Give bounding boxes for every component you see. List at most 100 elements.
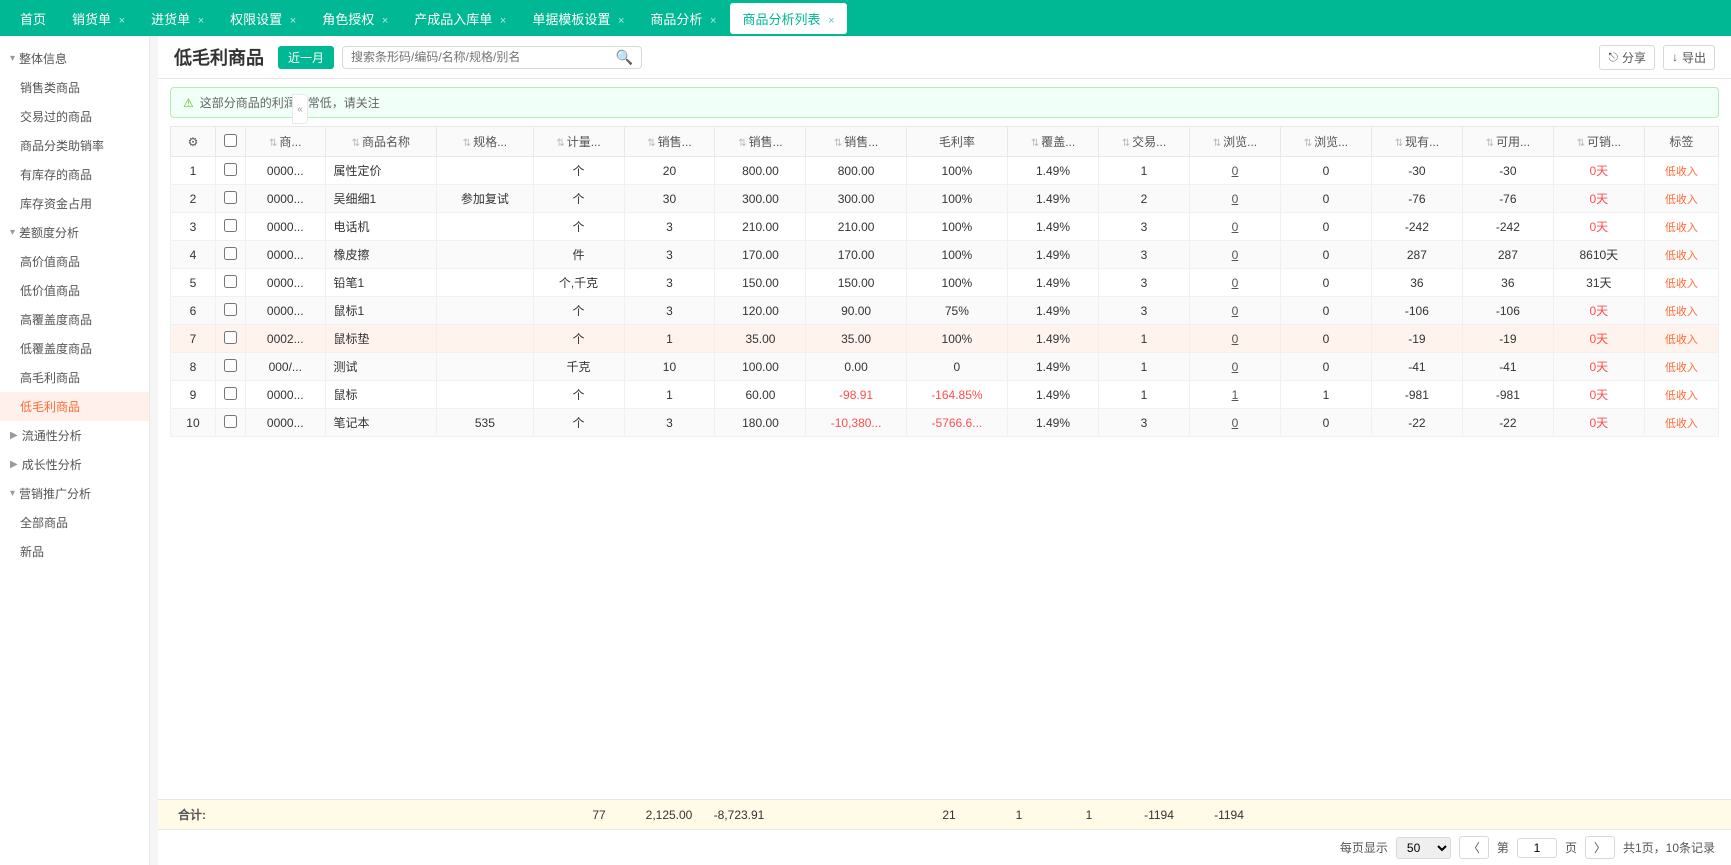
cell-unit: 个 (533, 381, 624, 409)
cell-gross-margin: -5766.6... (906, 409, 1007, 437)
select-all-checkbox[interactable] (224, 134, 237, 147)
cell-unit: 个 (533, 157, 624, 185)
sidebar-item-sales-goods[interactable]: 销售类商品 (0, 73, 149, 102)
cell-checkbox[interactable] (215, 353, 245, 381)
cell-saleable: 0天 (1553, 381, 1644, 409)
nav-template-close[interactable]: × (618, 15, 624, 27)
cell-sales-amount: -98.91 (806, 381, 906, 409)
col-available[interactable]: ⇅可用... (1462, 127, 1553, 157)
nav-template[interactable]: 单据模板设置 × (520, 3, 636, 34)
col-tag[interactable]: 标签 (1644, 127, 1718, 157)
col-gross-margin[interactable]: 毛利率 (906, 127, 1007, 157)
export-button[interactable]: ↓ 导出 (1663, 45, 1715, 70)
sidebar-item-category-rate[interactable]: 商品分类助销率 (0, 131, 149, 160)
col-unit[interactable]: ⇅计量... (533, 127, 624, 157)
nav-role-auth-close[interactable]: × (382, 15, 388, 27)
col-checkbox[interactable] (215, 127, 245, 157)
page-number-input[interactable] (1517, 838, 1557, 858)
search-icon[interactable]: 🔍 (616, 49, 633, 66)
col-sales-amount[interactable]: ⇅销售... (806, 127, 906, 157)
sidebar-item-in-stock[interactable]: 有库存的商品 (0, 160, 149, 189)
filter-button[interactable]: 近一月 (278, 46, 334, 69)
sidebar-section-overall[interactable]: ▾ 整体信息 (0, 44, 149, 73)
cell-sales-price: 180.00 (715, 409, 806, 437)
col-code[interactable]: ⇅商... (245, 127, 325, 157)
sidebar-item-capital[interactable]: 库存资金占用 (0, 189, 149, 218)
nav-purchase[interactable]: 进货单 × (139, 3, 216, 34)
cell-coverage: 1.49% (1008, 269, 1099, 297)
col-browse1[interactable]: ⇅浏览... (1189, 127, 1280, 157)
cell-tag: 低收入 (1644, 213, 1718, 241)
col-trade[interactable]: ⇅交易... (1099, 127, 1190, 157)
search-input[interactable] (351, 50, 616, 64)
cell-available: -22 (1462, 409, 1553, 437)
cell-checkbox[interactable] (215, 325, 245, 353)
col-sales-qty[interactable]: ⇅销售... (624, 127, 715, 157)
cell-trade: 1 (1099, 381, 1190, 409)
cell-checkbox[interactable] (215, 409, 245, 437)
table-header-row: ⚙ ⇅商... ⇅商品名称 ⇅规格... ⇅计量... ⇅销售... ⇅销售..… (171, 127, 1719, 157)
nav-sales-close[interactable]: × (119, 15, 125, 27)
col-browse2[interactable]: ⇅浏览... (1280, 127, 1371, 157)
cell-checkbox[interactable] (215, 157, 245, 185)
cell-tag: 低收入 (1644, 381, 1718, 409)
nav-goods-analysis[interactable]: 商品分析 × (638, 3, 728, 34)
cell-sales-price: 35.00 (715, 325, 806, 353)
col-spec[interactable]: ⇅规格... (437, 127, 533, 157)
nav-permissions[interactable]: 权限设置 × (218, 3, 308, 34)
col-name[interactable]: ⇅商品名称 (325, 127, 437, 157)
table-row: 10 0000... 笔记本 535 个 3 180.00 -10,380...… (171, 409, 1719, 437)
sidebar-section-marketing-label: 营销推广分析 (19, 485, 91, 502)
sidebar-item-low-value[interactable]: 低价值商品 (0, 276, 149, 305)
cell-checkbox[interactable] (215, 269, 245, 297)
col-settings[interactable]: ⚙ (171, 127, 216, 157)
page-prev-button[interactable]: 〈 (1459, 836, 1489, 859)
cell-current-stock: -30 (1371, 157, 1462, 185)
cell-trade: 3 (1099, 241, 1190, 269)
sidebar-item-low-coverage[interactable]: 低覆盖度商品 (0, 334, 149, 363)
cell-checkbox[interactable] (215, 241, 245, 269)
cell-checkbox[interactable] (215, 185, 245, 213)
sidebar-section-marketing[interactable]: ▾ 营销推广分析 (0, 479, 149, 508)
col-saleable[interactable]: ⇅可销... (1553, 127, 1644, 157)
col-coverage[interactable]: ⇅覆盖... (1008, 127, 1099, 157)
sidebar-item-high-coverage[interactable]: 高覆盖度商品 (0, 305, 149, 334)
sidebar-collapse-button[interactable]: « (292, 94, 308, 124)
cell-code: 0000... (245, 269, 325, 297)
nav-goods-analysis-list[interactable]: 商品分析列表 × (730, 3, 846, 34)
nav-purchase-close[interactable]: × (198, 15, 204, 27)
sidebar-item-new-goods[interactable]: 新品 (0, 537, 149, 566)
sidebar-item-low-margin[interactable]: 低毛利商品 (0, 392, 149, 421)
share-button[interactable]: ⎋ 分享 (1599, 45, 1655, 70)
sidebar-section-difference[interactable]: ▾ 差额度分析 (0, 218, 149, 247)
nav-goods-analysis-close[interactable]: × (710, 15, 716, 27)
page-size-select[interactable]: 50 100 200 (1396, 837, 1451, 859)
nav-home[interactable]: 首页 (8, 3, 58, 34)
cell-checkbox[interactable] (215, 213, 245, 241)
nav-role-auth[interactable]: 角色授权 × (310, 3, 400, 34)
cell-sales-price: 120.00 (715, 297, 806, 325)
nav-product-warehouse-close[interactable]: × (500, 15, 506, 27)
sidebar-item-high-margin[interactable]: 高毛利商品 (0, 363, 149, 392)
nav-goods-analysis-list-close[interactable]: × (828, 15, 834, 27)
col-sales-price[interactable]: ⇅销售... (715, 127, 806, 157)
cell-checkbox[interactable] (215, 297, 245, 325)
nav-product-warehouse[interactable]: 产成品入库单 × (402, 3, 518, 34)
cell-trade: 3 (1099, 269, 1190, 297)
cell-sales-qty: 20 (624, 157, 715, 185)
arrow-down-icon: ▾ (10, 53, 15, 64)
cell-unit: 个 (533, 213, 624, 241)
sidebar-section-liquidity[interactable]: ▶ 流通性分析 (0, 421, 149, 450)
page-next-button[interactable]: 〉 (1585, 836, 1615, 859)
cell-tag: 低收入 (1644, 269, 1718, 297)
nav-sales[interactable]: 销货单 × (60, 3, 137, 34)
cell-checkbox[interactable] (215, 381, 245, 409)
sidebar-item-traded-goods[interactable]: 交易过的商品 (0, 102, 149, 131)
sidebar-section-growth[interactable]: ▶ 成长性分析 (0, 450, 149, 479)
col-current-stock[interactable]: ⇅现有... (1371, 127, 1462, 157)
sidebar-item-high-value[interactable]: 高价值商品 (0, 247, 149, 276)
nav-permissions-close[interactable]: × (290, 15, 296, 27)
footer-empty-5 (494, 808, 564, 822)
cell-gross-margin: 100% (906, 185, 1007, 213)
sidebar-item-all-goods[interactable]: 全部商品 (0, 508, 149, 537)
